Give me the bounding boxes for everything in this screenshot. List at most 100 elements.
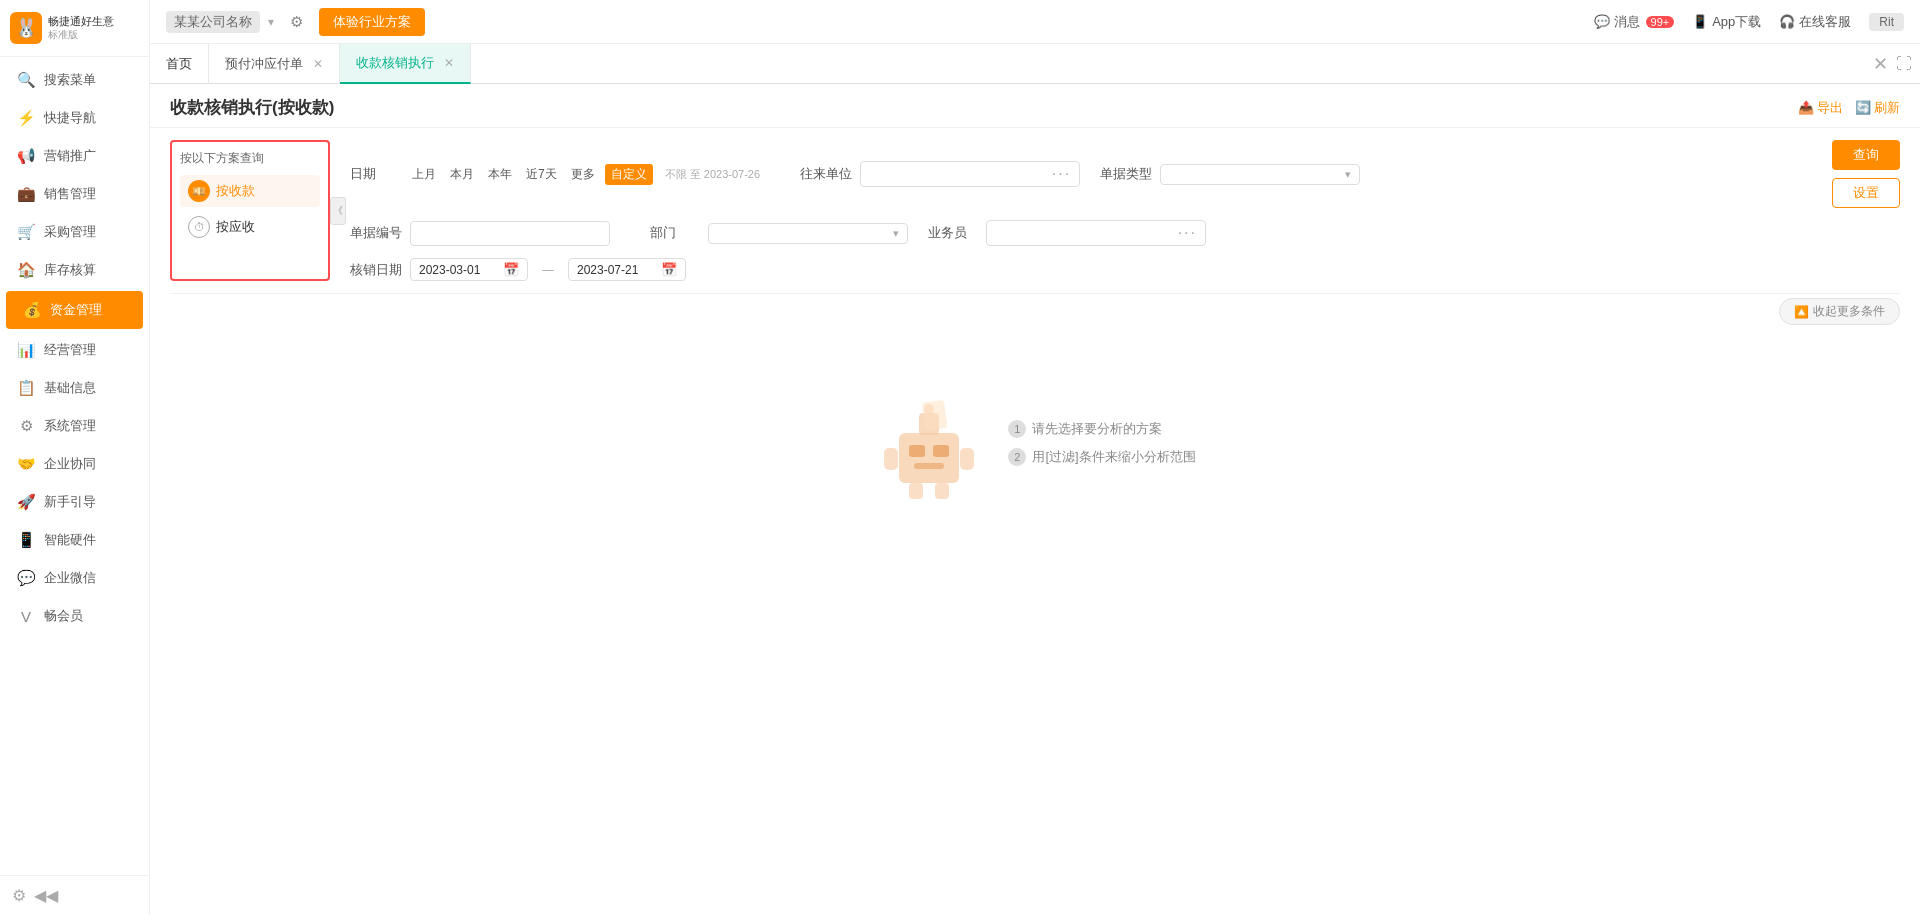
settings-icon[interactable]: ⚙	[12, 886, 26, 905]
staff-more-icon: ···	[1178, 224, 1197, 242]
sidebar-item-search[interactable]: 🔍 搜索菜单	[0, 61, 149, 99]
page-inner: 收款核销执行(按收款) 📤 导出 🔄 刷新 按以下方案查询	[150, 84, 1920, 915]
verify-date-to-input[interactable]	[577, 263, 657, 277]
filter-option-receipt-label: 按收款	[216, 182, 255, 200]
setting-button[interactable]: 设置	[1832, 178, 1900, 208]
message-label: 消息	[1614, 13, 1640, 31]
refresh-button[interactable]: 🔄 刷新	[1855, 99, 1900, 117]
filter-option-by-receivable[interactable]: ⏱ 按应收	[180, 211, 320, 243]
date-shortcuts: 上月 本月 本年 近7天 更多 自定义	[408, 164, 653, 185]
shortcut-more[interactable]: 更多	[567, 164, 599, 185]
filter-row-3: 核销日期 📅 — 📅	[350, 258, 1900, 281]
sidebar-item-label: 系统管理	[44, 417, 96, 435]
dept-arrow-icon: ▾	[893, 227, 899, 240]
export-label: 导出	[1817, 99, 1843, 117]
refresh-label: 刷新	[1874, 99, 1900, 117]
verify-date-from-wrap: 📅	[410, 258, 528, 281]
system-icon: ⚙	[16, 417, 36, 435]
tab-prepay[interactable]: 预付冲应付单 ✕	[209, 44, 340, 84]
top-header: 某某公司名称 ▾ ⚙ 体验行业方案 💬 消息 99+ 📱 App下载 🎧 在线客…	[150, 0, 1920, 44]
date-no-limit: 不限 至 2023-07-26	[665, 167, 760, 182]
verify-date-to-wrap: 📅	[568, 258, 686, 281]
sidebar-item-newbie[interactable]: 🚀 新手引导	[0, 483, 149, 521]
member-icon: V	[16, 608, 36, 625]
shortcut-7days[interactable]: 近7天	[522, 164, 561, 185]
dept-field: 部门 ▾	[650, 223, 908, 244]
shortcut-custom[interactable]: 自定义	[605, 164, 653, 185]
sidebar-item-wechat[interactable]: 💬 企业微信	[0, 559, 149, 597]
shortcut-this-year[interactable]: 本年	[484, 164, 516, 185]
sidebar-item-hardware[interactable]: 📱 智能硬件	[0, 521, 149, 559]
sidebar-item-basic[interactable]: 📋 基础信息	[0, 369, 149, 407]
tab-prepay-close[interactable]: ✕	[313, 57, 323, 71]
app-logo-icon: 🐰	[10, 12, 42, 44]
gear-icon[interactable]: ⚙	[290, 13, 303, 31]
svg-rect-7	[960, 448, 974, 470]
shortcut-last-month[interactable]: 上月	[408, 164, 440, 185]
export-button[interactable]: 📤 导出	[1798, 99, 1843, 117]
date-field: 日期 上月 本月 本年 近7天 更多 自定义 不限 至 2023-07-26	[350, 164, 760, 185]
empty-tips: 1 请先选择要分析的方案 2 用[过滤]条件来缩小分析范围	[1008, 420, 1195, 476]
sidebar-item-label: 新手引导	[44, 493, 96, 511]
main-area: 某某公司名称 ▾ ⚙ 体验行业方案 💬 消息 99+ 📱 App下载 🎧 在线客…	[150, 0, 1920, 915]
tab-home-label: 首页	[166, 55, 192, 73]
finance-icon: 💰	[22, 301, 42, 319]
collapse-more-button[interactable]: 🔼 收起更多条件	[1779, 298, 1900, 325]
filter-option-by-receipt[interactable]: 💴 按收款	[180, 175, 320, 207]
filter-form: 日期 上月 本月 本年 近7天 更多 自定义 不限 至 2023-07-26	[350, 140, 1900, 281]
sidebar-item-marketing[interactable]: 📢 营销推广	[0, 137, 149, 175]
sidebar-item-purchase[interactable]: 🛒 采购管理	[0, 213, 149, 251]
sidebar-item-inventory[interactable]: 🏠 库存核算	[0, 251, 149, 289]
svg-rect-8	[909, 483, 923, 499]
svg-rect-3	[914, 463, 944, 469]
doc-type-arrow-icon: ▾	[1345, 168, 1351, 181]
hardware-icon: 📱	[16, 531, 36, 549]
counterpart-select[interactable]: ···	[860, 161, 1080, 187]
expand-icon[interactable]: ⛶	[1896, 55, 1912, 73]
tab-verify-close[interactable]: ✕	[444, 56, 454, 70]
sidebar-item-management[interactable]: 📊 经营管理	[0, 331, 149, 369]
sidebar-item-finance[interactable]: 💰 资金管理	[6, 291, 143, 329]
svg-rect-9	[935, 483, 949, 499]
search-icon: 🔍	[16, 71, 36, 89]
sidebar-item-sales[interactable]: 💼 销售管理	[0, 175, 149, 213]
sidebar-item-shortcut[interactable]: ⚡ 快捷导航	[0, 99, 149, 137]
inventory-icon: 🏠	[16, 261, 36, 279]
staff-label: 业务员	[928, 224, 978, 242]
staff-select[interactable]: ···	[986, 220, 1206, 246]
dept-select[interactable]: ▾	[708, 223, 908, 244]
doc-no-input[interactable]	[410, 221, 610, 246]
industry-solution-button[interactable]: 体验行业方案	[319, 8, 425, 36]
doc-type-select[interactable]: ▾	[1160, 164, 1360, 185]
sidebar-item-label: 基础信息	[44, 379, 96, 397]
close-all-icon[interactable]: ✕	[1873, 53, 1888, 75]
app-download-button[interactable]: 📱 App下载	[1692, 13, 1761, 31]
filter-selector-title: 按以下方案查询	[180, 150, 320, 167]
basic-icon: 📋	[16, 379, 36, 397]
sidebar-item-label: 畅会员	[44, 607, 83, 625]
calendar-to-icon[interactable]: 📅	[661, 262, 677, 277]
sidebar-item-system[interactable]: ⚙ 系统管理	[0, 407, 149, 445]
collapse-sidebar-icon[interactable]: ◀◀	[34, 886, 58, 905]
calendar-icon[interactable]: 📅	[503, 262, 519, 277]
logo-text-wrap: 畅捷通好生意 标准版	[48, 14, 114, 42]
verify-date-from-input[interactable]	[419, 263, 499, 277]
filter-action-buttons: 查询 设置	[1832, 140, 1900, 208]
collapse-filter-button[interactable]: 《	[330, 197, 346, 225]
message-button[interactable]: 💬 消息 99+	[1594, 13, 1675, 31]
svg-rect-10	[922, 400, 948, 431]
user-avatar[interactable]: Rit	[1869, 13, 1904, 31]
tab-home[interactable]: 首页	[150, 44, 209, 84]
query-button[interactable]: 查询	[1832, 140, 1900, 170]
shortcut-this-month[interactable]: 本月	[446, 164, 478, 185]
tab-verify[interactable]: 收款核销执行 ✕	[340, 44, 471, 84]
sidebar-item-member[interactable]: V 畅会员	[0, 597, 149, 635]
collapse-up-icon: 🔼	[1794, 305, 1809, 319]
chevron-down-icon[interactable]: ▾	[268, 15, 274, 29]
management-icon: 📊	[16, 341, 36, 359]
online-service-button[interactable]: 🎧 在线客服	[1779, 13, 1851, 31]
sidebar-item-enterprise[interactable]: 🤝 企业协同	[0, 445, 149, 483]
purchase-icon: 🛒	[16, 223, 36, 241]
sidebar-item-label: 库存核算	[44, 261, 96, 279]
sidebar-nav: 🔍 搜索菜单 ⚡ 快捷导航 📢 营销推广 💼 销售管理 🛒 采购管理 🏠 库存核…	[0, 57, 149, 875]
